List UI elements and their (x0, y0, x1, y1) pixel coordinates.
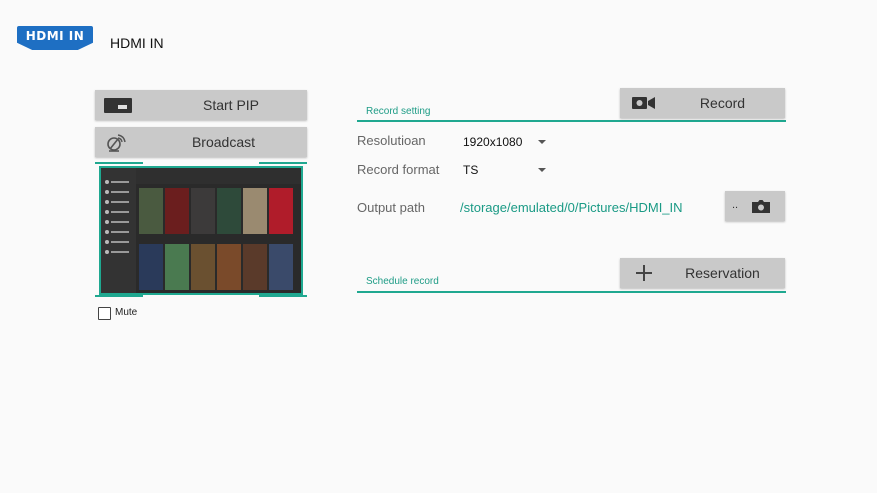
schedule-record-divider (357, 291, 786, 293)
record-setting-label: Record setting (366, 106, 431, 117)
page-title: HDMI IN (110, 35, 164, 51)
preview-topbar (136, 168, 301, 184)
start-pip-button[interactable]: Start PIP (95, 90, 307, 120)
broadcast-icon (107, 134, 126, 152)
browse-dots: .. (732, 199, 739, 211)
reservation-button[interactable]: Reservation (620, 258, 785, 288)
chevron-down-icon[interactable] (538, 140, 546, 144)
start-pip-label: Start PIP (202, 97, 260, 113)
schedule-record-label: Schedule record (366, 276, 439, 287)
record-format-select[interactable]: TS (463, 163, 478, 177)
hdmi-preview-screen[interactable] (99, 166, 303, 295)
hdmi-in-logo: HDMI IN (17, 26, 93, 50)
record-button[interactable]: Record (620, 88, 785, 118)
plus-icon (636, 265, 652, 281)
resolution-select[interactable]: 1920x1080 (463, 135, 522, 149)
camera-icon (632, 97, 655, 109)
output-path-label: Output path (357, 200, 425, 215)
chevron-down-icon[interactable] (538, 168, 546, 172)
reservation-label: Reservation (685, 265, 760, 281)
resolution-label: Resolutioan (357, 133, 426, 148)
record-format-label: Record format (357, 162, 440, 177)
pip-icon (104, 98, 132, 113)
browse-output-button[interactable]: .. (725, 191, 785, 221)
output-path-value: /storage/emulated/0/Pictures/HDMI_IN (460, 200, 683, 215)
record-setting-divider (357, 120, 786, 122)
broadcast-label: Broadcast (191, 134, 256, 150)
record-label: Record (699, 95, 746, 111)
preview-sidebar (101, 168, 136, 293)
logo-text: HDMI IN (25, 29, 85, 43)
mute-label: Mute (115, 307, 138, 318)
broadcast-button[interactable]: Broadcast (95, 127, 307, 157)
mute-checkbox[interactable] (98, 307, 111, 320)
folder-camera-icon (752, 200, 770, 213)
